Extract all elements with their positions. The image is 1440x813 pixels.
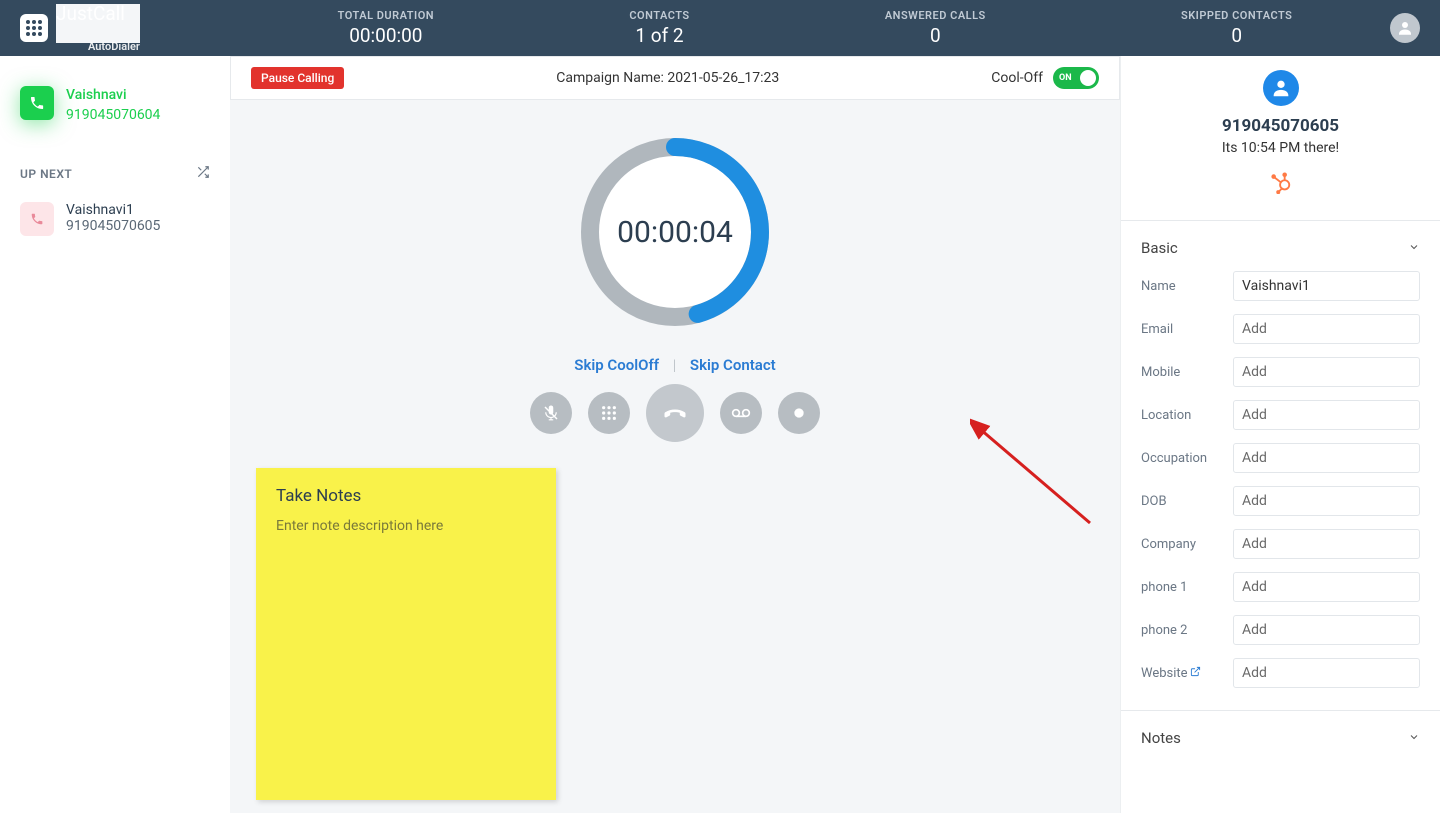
- dialpad-button[interactable]: [588, 392, 630, 434]
- main-panel: Pause Calling Campaign Name: 2021-05-26_…: [230, 56, 1120, 813]
- field-input[interactable]: Add: [1233, 615, 1420, 645]
- field-row: Email Add: [1141, 314, 1420, 344]
- chevron-down-icon: [1408, 729, 1420, 747]
- logo-text-main: JustCall: [56, 4, 140, 43]
- field-label: Email: [1141, 322, 1223, 337]
- voicemail-button[interactable]: [720, 392, 762, 434]
- chevron-down-icon: [1408, 239, 1420, 257]
- call-controls: [230, 392, 1120, 442]
- field-label: Occupation: [1141, 451, 1223, 466]
- field-row: phone 2 Add: [1141, 615, 1420, 645]
- field-label: Company: [1141, 537, 1223, 552]
- logo[interactable]: JustCall AutoDialer: [20, 4, 240, 52]
- field-input[interactable]: Add: [1233, 443, 1420, 473]
- sidebar: Vaishnavi 919045070604 UP NEXT Vaishnavi…: [0, 56, 230, 813]
- contact-phone: 919045070605: [1121, 116, 1440, 136]
- notes-title: Take Notes: [276, 486, 536, 506]
- campaign-name: Campaign Name: 2021-05-26_17:23: [364, 70, 971, 86]
- next-contact-name: Vaishnavi1: [66, 202, 160, 218]
- field-input[interactable]: Add: [1233, 314, 1420, 344]
- field-input[interactable]: Add: [1233, 400, 1420, 430]
- field-row: Occupation Add: [1141, 443, 1420, 473]
- upnext-label: UP NEXT: [20, 167, 72, 181]
- current-contact-name: Vaishnavi: [66, 86, 160, 106]
- contact-avatar-icon: [1263, 70, 1299, 106]
- cooloff-label: Cool-Off: [991, 70, 1043, 86]
- record-button[interactable]: [778, 392, 820, 434]
- field-label: phone 2: [1141, 623, 1223, 638]
- field-input[interactable]: Add: [1233, 529, 1420, 559]
- field-input[interactable]: Add: [1233, 572, 1420, 602]
- phone-icon: [20, 86, 54, 120]
- logo-icon: [20, 14, 48, 42]
- shuffle-icon[interactable]: [196, 165, 210, 182]
- notes-card[interactable]: Take Notes Enter note description here: [256, 468, 556, 800]
- hubspot-icon[interactable]: [1121, 172, 1440, 198]
- current-contact[interactable]: Vaishnavi 919045070604: [10, 76, 220, 135]
- skip-contact-link[interactable]: Skip Contact: [690, 356, 776, 374]
- field-row: Location Add: [1141, 400, 1420, 430]
- timer-value: 00:00:04: [575, 132, 775, 332]
- field-row: Website Add: [1141, 658, 1420, 688]
- field-label: DOB: [1141, 494, 1223, 509]
- logo-text-sub: AutoDialer: [88, 41, 140, 52]
- field-label: Name: [1141, 279, 1223, 294]
- pause-calling-button[interactable]: Pause Calling: [251, 67, 344, 89]
- mute-button[interactable]: [530, 392, 572, 434]
- stat-contacts: CONTACTS 1 of 2: [629, 9, 689, 47]
- next-contact-phone: 919045070605: [66, 218, 160, 234]
- field-label: Location: [1141, 408, 1223, 423]
- hangup-button[interactable]: [646, 384, 704, 442]
- user-avatar-icon[interactable]: [1390, 13, 1420, 43]
- stats-bar: TOTAL DURATION 00:00:00 CONTACTS 1 of 2 …: [240, 9, 1390, 47]
- field-input[interactable]: Add: [1233, 357, 1420, 387]
- field-row: Name Vaishnavi1: [1141, 271, 1420, 301]
- field-row: DOB Add: [1141, 486, 1420, 516]
- field-input[interactable]: Add: [1233, 486, 1420, 516]
- current-contact-phone: 919045070604: [66, 106, 160, 126]
- skip-cooloff-link[interactable]: Skip CoolOff: [574, 356, 659, 374]
- field-input[interactable]: Add: [1233, 658, 1420, 688]
- external-link-icon[interactable]: [1190, 666, 1201, 681]
- field-row: phone 1 Add: [1141, 572, 1420, 602]
- top-header: JustCall AutoDialer TOTAL DURATION 00:00…: [0, 0, 1440, 56]
- campaign-bar: Pause Calling Campaign Name: 2021-05-26_…: [230, 56, 1120, 100]
- stat-answered: ANSWERED CALLS 0: [885, 9, 986, 47]
- stat-skipped: SKIPPED CONTACTS 0: [1181, 9, 1292, 47]
- field-row: Mobile Add: [1141, 357, 1420, 387]
- contact-timezone: Its 10:54 PM there!: [1121, 140, 1440, 156]
- section-notes-toggle[interactable]: Notes: [1141, 729, 1420, 747]
- section-basic-toggle[interactable]: Basic: [1141, 239, 1420, 257]
- next-contact[interactable]: Vaishnavi1 919045070605: [20, 197, 210, 241]
- timer-ring: 00:00:04: [575, 132, 775, 332]
- phone-icon: [20, 202, 54, 236]
- field-input[interactable]: Vaishnavi1: [1233, 271, 1420, 301]
- field-row: Company Add: [1141, 529, 1420, 559]
- notes-placeholder: Enter note description here: [276, 518, 536, 534]
- field-label: phone 1: [1141, 580, 1223, 595]
- contact-details-panel: 919045070605 Its 10:54 PM there! Basic N…: [1120, 56, 1440, 813]
- cooloff-toggle[interactable]: ON: [1053, 67, 1099, 89]
- field-label: Mobile: [1141, 365, 1223, 380]
- stat-duration: TOTAL DURATION 00:00:00: [338, 9, 434, 47]
- field-label: Website: [1141, 666, 1223, 681]
